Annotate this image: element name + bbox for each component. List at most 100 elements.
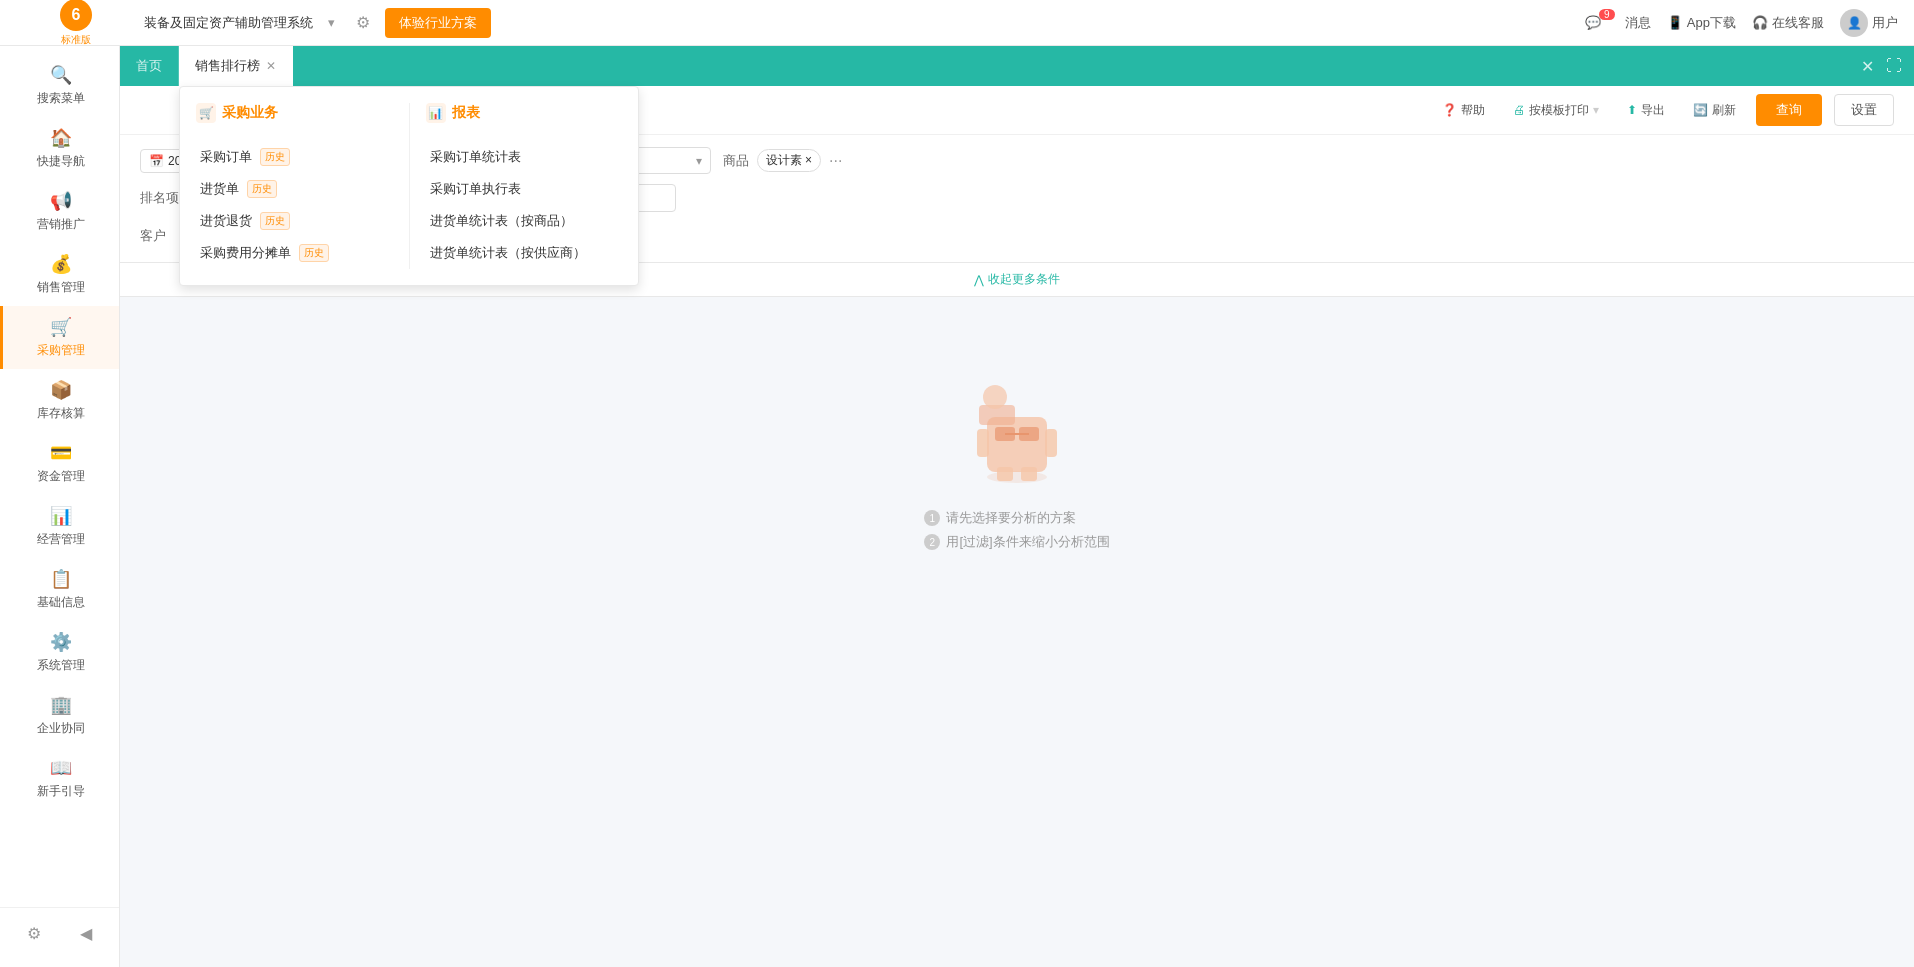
dropdown-divider — [409, 103, 410, 269]
enterprise-icon: 🏢 — [50, 694, 72, 716]
sidebar-item-quick[interactable]: 🏠 快捷导航 — [0, 117, 119, 180]
dropdown-purchase-cost[interactable]: 采购费用分摊单 历史 — [196, 237, 393, 269]
export-icon: ⬆ — [1627, 103, 1637, 117]
sales-icon: 💰 — [50, 253, 72, 275]
goods-label: 商品 — [723, 152, 749, 170]
settings-button[interactable]: 设置 — [1834, 94, 1894, 126]
system-gear-icon[interactable]: ⚙ — [349, 9, 377, 37]
svg-rect-1 — [987, 417, 1047, 472]
report-section-icon: 📊 — [426, 103, 446, 123]
refresh-button[interactable]: 🔄 刷新 — [1685, 98, 1744, 123]
query-button[interactable]: 查询 — [1756, 94, 1822, 126]
help-icon: ❓ — [1442, 103, 1457, 117]
sidebar-item-sales[interactable]: 💰 销售管理 — [0, 243, 119, 306]
window-expand-btn[interactable]: ⛶ — [1886, 57, 1902, 75]
goods-more-btn[interactable]: ··· — [829, 152, 842, 170]
top-header: 6 标准版 装备及固定资产辅助管理系统 ▾ ⚙ 体验行业方案 💬 9 消息 📱 … — [0, 0, 1914, 46]
dropdown-purchase-order-stat[interactable]: 采购订单统计表 — [426, 141, 623, 173]
svg-point-10 — [983, 385, 1007, 409]
phone-icon: 📱 — [1667, 15, 1683, 30]
sidebar-item-system[interactable]: ⚙️ 系统管理 — [0, 621, 119, 684]
history-badge-2: 历史 — [260, 212, 290, 230]
dropdown-incoming-order[interactable]: 进货单 历史 — [196, 173, 393, 205]
dropdown-incoming-stat-goods[interactable]: 进货单统计表（按商品） — [426, 205, 623, 237]
dropdown-purchase-order-exec[interactable]: 采购订单执行表 — [426, 173, 623, 205]
user-avatar: 👤 — [1840, 9, 1868, 37]
tab-sales-rank-label: 销售排行榜 — [195, 57, 260, 75]
collapse-button[interactable]: ⋀ 收起更多条件 — [974, 271, 1060, 288]
sidebar-item-enterprise[interactable]: 🏢 企业协同 — [0, 684, 119, 747]
sidebar-item-search[interactable]: 🔍 搜索菜单 — [0, 54, 119, 117]
main-layout: 🔍 搜索菜单 🏠 快捷导航 📢 营销推广 💰 销售管理 🛒 采购管理 📦 — [0, 46, 1914, 967]
operations-icon: 📊 — [50, 505, 72, 527]
sidebar-item-inventory[interactable]: 📦 库存核算 — [0, 369, 119, 432]
history-badge-1: 历史 — [247, 180, 277, 198]
sidebar-settings-btn[interactable]: ⚙ — [23, 920, 45, 947]
tip-num-1: 1 — [924, 510, 940, 526]
logo-icon: 6 — [60, 0, 92, 31]
print-icon: 🖨 — [1513, 103, 1525, 117]
sidebar-collapse-btn[interactable]: ◀ — [76, 920, 96, 947]
tab-window-controls: ✕ ⛶ — [1861, 57, 1914, 76]
empty-svg — [957, 377, 1077, 497]
dropdown-return-goods[interactable]: 进货退货 历史 — [196, 205, 393, 237]
guide-icon: 📖 — [50, 757, 72, 779]
tip-text-1: 请先选择要分析的方案 — [946, 509, 1076, 527]
print-button[interactable]: 🖨 按模板打印 ▾ — [1505, 98, 1607, 123]
sidebar-item-operations[interactable]: 📊 经营管理 — [0, 495, 119, 558]
app-download-button[interactable]: 📱 App下载 — [1667, 14, 1736, 32]
empty-state: 1 请先选择要分析的方案 2 用[过滤]条件来缩小分析范围 — [120, 297, 1914, 637]
sidebar-item-basic-info[interactable]: 📋 基础信息 — [0, 558, 119, 621]
tab-sales-rank[interactable]: 销售排行榜 ✕ 🛒 采购业务 采购订单 — [179, 46, 293, 86]
voucher-status-chevron: ▾ — [696, 154, 702, 168]
dropdown-purchase-order[interactable]: 采购订单 历史 — [196, 141, 393, 173]
trial-button[interactable]: 体验行业方案 — [385, 8, 491, 38]
basic-info-icon: 📋 — [50, 568, 72, 590]
message-icon: 💬 — [1585, 15, 1601, 30]
goods-tag: 设计素 × — [757, 149, 821, 172]
dropdown-report-col: 📊 报表 采购订单统计表 采购订单执行表 进货单统 — [426, 103, 623, 269]
dropdown-report-title: 📊 报表 — [426, 103, 623, 129]
empty-tip-2: 2 用[过滤]条件来缩小分析范围 — [924, 533, 1109, 551]
marketing-icon: 📢 — [50, 190, 72, 212]
print-dropdown-icon[interactable]: ▾ — [1593, 103, 1599, 117]
customer-label: 客户 — [140, 227, 180, 245]
sidebar-item-finance[interactable]: 💳 资金管理 — [0, 432, 119, 495]
dropdown-incoming-stat-supplier[interactable]: 进货单统计表（按供应商） — [426, 237, 623, 269]
sidebar-item-marketing[interactable]: 📢 营销推广 — [0, 180, 119, 243]
user-menu-button[interactable]: 👤 用户 — [1840, 9, 1898, 37]
dropdown-purchase-col: 🛒 采购业务 采购订单 历史 进货单 历史 — [196, 103, 393, 269]
message-button[interactable]: 💬 9 消息 — [1585, 14, 1651, 32]
empty-tips: 1 请先选择要分析的方案 2 用[过滤]条件来缩小分析范围 — [924, 509, 1109, 557]
svg-rect-7 — [997, 467, 1013, 481]
history-badge-3: 历史 — [299, 244, 329, 262]
dropdown-menu: 🛒 采购业务 采购订单 历史 进货单 历史 — [179, 86, 639, 286]
svg-rect-5 — [977, 429, 989, 457]
empty-illustration — [957, 377, 1077, 497]
help-button[interactable]: ❓ 帮助 — [1434, 98, 1493, 123]
sidebar: 🔍 搜索菜单 🏠 快捷导航 📢 营销推广 💰 销售管理 🛒 采购管理 📦 — [0, 46, 120, 967]
message-badge: 9 — [1599, 9, 1615, 20]
svg-rect-8 — [1021, 467, 1037, 481]
export-button[interactable]: ⬆ 导出 — [1619, 98, 1673, 123]
window-close-btn[interactable]: ✕ — [1861, 57, 1874, 76]
svg-point-0 — [987, 471, 1047, 483]
tip-text-2: 用[过滤]条件来缩小分析范围 — [946, 533, 1109, 551]
logo-area: 6 标准版 — [16, 0, 136, 47]
tab-bar: 首页 销售排行榜 ✕ 🛒 采购业务 — [120, 46, 1914, 86]
sidebar-item-guide[interactable]: 📖 新手引导 — [0, 747, 119, 810]
sidebar-item-purchase[interactable]: 🛒 采购管理 — [0, 306, 119, 369]
tab-home[interactable]: 首页 — [120, 46, 179, 86]
tab-close-icon[interactable]: ✕ — [266, 59, 276, 73]
finance-icon: 💳 — [50, 442, 72, 464]
online-service-button[interactable]: 🎧 在线客服 — [1752, 14, 1824, 32]
system-dropdown-icon[interactable]: ▾ — [321, 13, 341, 33]
tip-num-2: 2 — [924, 534, 940, 550]
calendar-icon: 📅 — [149, 154, 164, 168]
svg-rect-6 — [1045, 429, 1057, 457]
refresh-icon: 🔄 — [1693, 103, 1708, 117]
goods-filter: 商品 设计素 × ··· — [723, 149, 843, 172]
search-icon: 🔍 — [50, 64, 72, 86]
system-icon: ⚙️ — [50, 631, 72, 653]
logo-subtitle: 标准版 — [61, 33, 91, 47]
